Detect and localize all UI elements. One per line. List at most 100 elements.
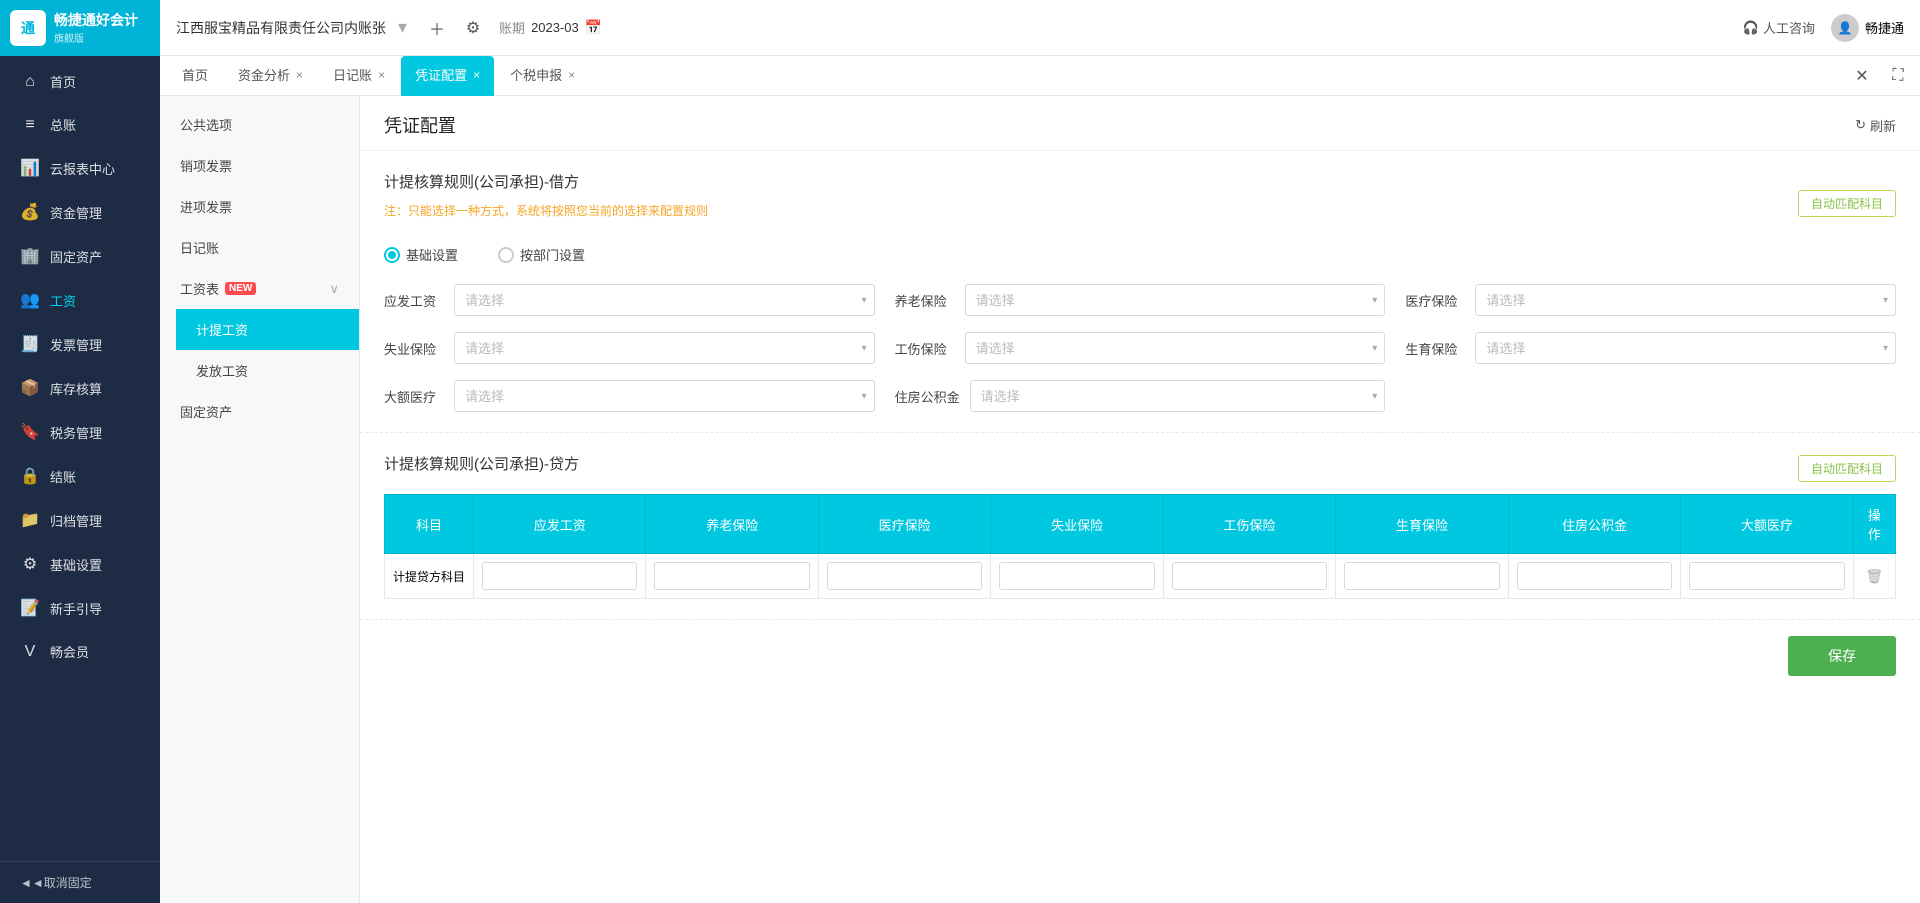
left-nav-journal[interactable]: 日记账 [160, 227, 359, 268]
radio-basic-circle [384, 247, 400, 263]
select-shengyu-input[interactable]: 请选择 [1475, 332, 1896, 364]
select-zhufang[interactable]: 请选择 ▾ [970, 380, 1386, 412]
refresh-button[interactable]: ↻ 刷新 [1855, 116, 1896, 135]
user-info[interactable]: 👤 畅捷通 [1831, 14, 1904, 42]
ledger-icon: ≡ [20, 116, 40, 134]
top-bar-right: 🎧 人工咨询 👤 畅捷通 [1743, 14, 1904, 42]
cell-gongshang[interactable] [1163, 554, 1335, 599]
sidebar-item-payroll[interactable]: 👥 工资 [0, 278, 160, 322]
form-item-shiye: 失业保险 请选择 ▾ [384, 332, 875, 364]
select-zhufang-input[interactable]: 请选择 [970, 380, 1386, 412]
select-yingfa[interactable]: 请选择 ▾ [454, 284, 875, 316]
add-button[interactable]: ＋ [423, 14, 451, 42]
select-yanglao-input[interactable]: 请选择 [965, 284, 1386, 316]
sidebar-item-closing[interactable]: 🔒 结账 [0, 454, 160, 498]
input-yanglao[interactable] [654, 562, 809, 590]
select-gongshang[interactable]: 请选择 ▾ [965, 332, 1386, 364]
tab-tax[interactable]: 个税申报 × [496, 56, 589, 96]
left-nav-issue[interactable]: 发放工资 [176, 350, 359, 391]
accounting-period: 账期 2023-03 📅 [499, 18, 602, 37]
select-shiye-input[interactable]: 请选择 [454, 332, 875, 364]
tax-icon: 🔖 [20, 422, 40, 442]
sidebar-item-archive[interactable]: 📁 归档管理 [0, 498, 160, 542]
sidebar-item-assets[interactable]: 🏢 固定资产 [0, 234, 160, 278]
company-name[interactable]: 江西服宝精品有限责任公司内账张 [176, 18, 386, 38]
save-button[interactable]: 保存 [1788, 636, 1896, 676]
input-zhufang[interactable] [1517, 562, 1672, 590]
radio-basic[interactable]: 基础设置 [384, 245, 458, 264]
sidebar-item-tax[interactable]: 🔖 税务管理 [0, 410, 160, 454]
form-grid: 应发工资 请选择 ▾ 养老保险 请选择 [384, 284, 1896, 412]
col-header-subject: 科目 [385, 495, 474, 554]
help-button[interactable]: 🎧 人工咨询 [1743, 18, 1815, 37]
tab-expand[interactable]: ⛶ [1884, 62, 1912, 90]
input-gongshang[interactable] [1172, 562, 1327, 590]
input-shiye[interactable] [999, 562, 1154, 590]
col-header-gongshang: 工伤保险 [1163, 495, 1335, 554]
left-nav-public[interactable]: 公共选项 [160, 104, 359, 145]
tab-home[interactable]: 首页 [168, 56, 222, 96]
cell-shiye[interactable] [991, 554, 1163, 599]
select-daejiyiliao[interactable]: 请选择 ▾ [454, 380, 875, 412]
avatar: 👤 [1831, 14, 1859, 42]
left-nav-fixed[interactable]: 固定资产 [160, 391, 359, 432]
sidebar-item-reports[interactable]: 📊 云报表中心 [0, 146, 160, 190]
settings-icon: ⚙ [20, 554, 40, 574]
left-nav-purchase[interactable]: 进项发票 [160, 186, 359, 227]
inventory-icon: 📦 [20, 378, 40, 398]
expand-icon: ∨ [329, 281, 339, 297]
cell-yiliao[interactable] [818, 554, 990, 599]
cell-yanglao[interactable] [646, 554, 818, 599]
sidebar-item-inventory[interactable]: 📦 库存核算 [0, 366, 160, 410]
delete-row-button[interactable]: 🗑 [1865, 568, 1883, 585]
left-nav-sales[interactable]: 销项发票 [160, 145, 359, 186]
left-nav-sub: 计提工资 发放工资 [160, 309, 359, 391]
left-nav-payroll-table[interactable]: 工资表 NEW ∨ [160, 268, 359, 309]
select-gongshang-input[interactable]: 请选择 [965, 332, 1386, 364]
select-shiye[interactable]: 请选择 ▾ [454, 332, 875, 364]
sidebar-item-invoices[interactable]: 🧾 发票管理 [0, 322, 160, 366]
form-item-yanglao: 养老保险 请选择 ▾ [895, 284, 1386, 316]
tab-voucher[interactable]: 凭证配置 × [401, 56, 494, 96]
cell-zhufang[interactable] [1508, 554, 1680, 599]
select-yiliao[interactable]: 请选择 ▾ [1475, 284, 1896, 316]
input-yingfa[interactable] [482, 562, 637, 590]
sidebar-item-funds[interactable]: 💰 资金管理 [0, 190, 160, 234]
sidebar-item-settings[interactable]: ⚙ 基础设置 [0, 542, 160, 586]
app-edition: 旗舰版 [54, 30, 138, 45]
radio-dept[interactable]: 按部门设置 [498, 245, 585, 264]
input-yiliao[interactable] [827, 562, 982, 590]
cell-action[interactable]: 🗑 [1853, 554, 1895, 599]
company-dropdown-icon[interactable]: ▾ [398, 17, 407, 38]
tab-funds[interactable]: 资金分析 × [224, 56, 317, 96]
cell-yingfa[interactable] [474, 554, 646, 599]
cell-shengyu[interactable] [1336, 554, 1508, 599]
tab-close-funds[interactable]: × [296, 69, 303, 81]
select-yiliao-input[interactable]: 请选择 [1475, 284, 1896, 316]
tab-close-tax[interactable]: × [568, 69, 575, 81]
sidebar-item-home[interactable]: ⌂ 首页 [0, 60, 160, 103]
auto-match-debit-button[interactable]: 自动匹配科目 [1798, 190, 1896, 217]
select-shengyu[interactable]: 请选择 ▾ [1475, 332, 1896, 364]
tab-close-voucher[interactable]: × [473, 69, 480, 81]
label-gongshang: 工伤保险 [895, 339, 955, 358]
tabs-right: ✕ ⛶ [1848, 62, 1912, 90]
left-nav-accrue[interactable]: 计提工资 [176, 309, 359, 350]
sidebar-item-guide[interactable]: 📝 新手引导 [0, 586, 160, 630]
settings-button[interactable]: ⚙ [459, 14, 487, 42]
input-shengyu[interactable] [1344, 562, 1499, 590]
auto-match-credit-button[interactable]: 自动匹配科目 [1798, 455, 1896, 482]
calendar-icon[interactable]: 📅 [585, 19, 602, 36]
main-area: 江西服宝精品有限责任公司内账张 ▾ ＋ ⚙ 账期 2023-03 📅 🎧 人工咨… [160, 0, 1920, 903]
select-daejiyiliao-input[interactable]: 请选择 [454, 380, 875, 412]
tab-close-all[interactable]: ✕ [1848, 62, 1876, 90]
sidebar-item-ledger[interactable]: ≡ 总账 [0, 103, 160, 146]
cancel-fixed-button[interactable]: ◄◄取消固定 [0, 861, 160, 903]
tab-close-journal[interactable]: × [378, 69, 385, 81]
input-daejiyiliao[interactable] [1689, 562, 1844, 590]
select-yanglao[interactable]: 请选择 ▾ [965, 284, 1386, 316]
select-yingfa-input[interactable]: 请选择 [454, 284, 875, 316]
sidebar-item-member[interactable]: V 畅会员 [0, 630, 160, 673]
tab-journal[interactable]: 日记账 × [319, 56, 399, 96]
cell-daejiyiliao[interactable] [1681, 554, 1853, 599]
